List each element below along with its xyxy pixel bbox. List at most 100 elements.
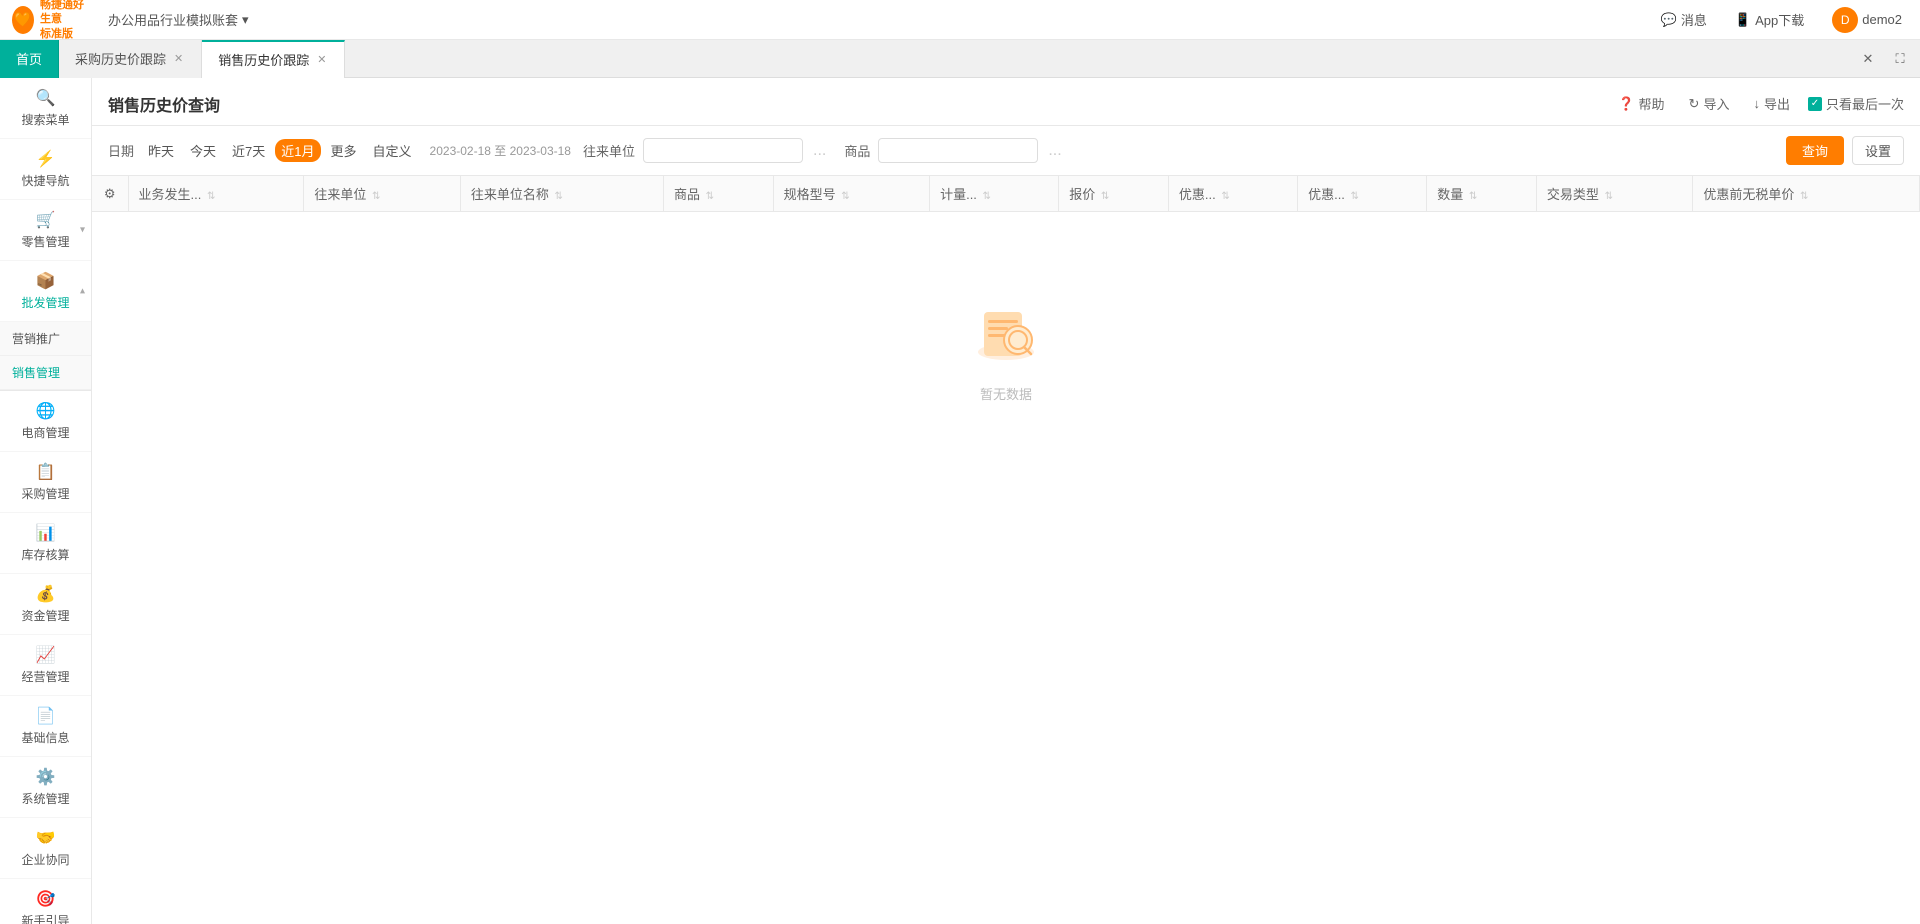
tab-sales-history-close[interactable]: ✕: [315, 51, 328, 68]
sidebar-item-marketing-label: 营销推广: [12, 330, 60, 347]
partner-dots-btn[interactable]: ...: [807, 141, 832, 161]
logo-icon: 🧡: [12, 6, 34, 34]
wholesale-expand-icon: ▴: [80, 286, 85, 297]
tab-home[interactable]: 首页: [0, 40, 59, 78]
sidebar-item-inventory[interactable]: 📊 库存核算: [0, 513, 91, 574]
sort-unit-icon: ⇅: [983, 191, 991, 202]
user-menu[interactable]: D demo2: [1826, 3, 1908, 37]
partner-input[interactable]: [643, 138, 803, 163]
sidebar-item-wholesale-label: 批发管理: [21, 294, 69, 311]
sidebar-item-retail[interactable]: 🛒 零售管理 ▾: [0, 200, 91, 261]
sort-partner-code-icon: ⇅: [372, 191, 380, 202]
col-price[interactable]: 报价 ⇅: [1059, 176, 1169, 212]
col-biz-date[interactable]: 业务发生... ⇅: [128, 176, 304, 212]
tab-purchase-history-label: 采购历史价跟踪: [75, 49, 166, 68]
sort-qty-icon: ⇅: [1469, 191, 1477, 202]
col-goods[interactable]: 商品 ⇅: [663, 176, 773, 212]
date-filter-row: 日期 昨天 今天 近7天 近1月 更多 自定义 2023-02-18 至 202…: [108, 139, 571, 162]
sidebar-item-ecommerce[interactable]: 🌐 电商管理: [0, 391, 91, 452]
company-selector[interactable]: 办公用品行业模拟账套 ▾: [100, 6, 257, 33]
sidebar-item-operations[interactable]: 📈 经营管理: [0, 635, 91, 696]
wholesale-icon: 📦: [36, 271, 56, 291]
chevron-down-icon: ▾: [242, 12, 249, 28]
app-download-btn[interactable]: 📱 App下载: [1729, 6, 1810, 33]
retail-expand-icon: ▾: [80, 225, 85, 236]
col-trade-type[interactable]: 交易类型 ⇅: [1536, 176, 1692, 212]
message-btn[interactable]: 💬 消息: [1655, 6, 1713, 33]
tab-close-all-btn[interactable]: ✕: [1856, 47, 1880, 71]
col-settings[interactable]: ⚙: [92, 176, 128, 212]
col-spec[interactable]: 规格型号 ⇅: [773, 176, 929, 212]
sidebar-item-finance[interactable]: 💰 资金管理: [0, 574, 91, 635]
sidebar-item-guide-label: 新手引导: [21, 912, 69, 924]
shortcut-last1month[interactable]: 近1月: [275, 139, 320, 162]
tab-sales-history[interactable]: 销售历史价跟踪 ✕: [202, 40, 345, 78]
sidebar-item-search-label: 搜索菜单: [21, 111, 69, 128]
sidebar-item-basic-info[interactable]: 📄 基础信息: [0, 696, 91, 757]
tab-purchase-history-close[interactable]: ✕: [172, 50, 185, 67]
header-right: 💬 消息 📱 App下载 D demo2: [1655, 3, 1908, 37]
sidebar-item-purchase[interactable]: 📋 采购管理: [0, 452, 91, 513]
settings-btn[interactable]: 设置: [1852, 136, 1904, 165]
operations-icon: 📈: [36, 645, 56, 665]
main-content: 销售历史价查询 ❓ 帮助 ↻ 导入 ↓ 导出 ✓ 只看最后一次: [92, 78, 1920, 924]
col-partner-code[interactable]: 往来单位 ⇅: [304, 176, 460, 212]
sidebar-item-enterprise-label: 企业协同: [21, 851, 69, 868]
sidebar-item-finance-label: 资金管理: [21, 607, 69, 624]
shortcut-more[interactable]: 更多: [325, 139, 363, 162]
only-latest-checkbox[interactable]: ✓ 只看最后一次: [1808, 94, 1904, 113]
sidebar-item-search[interactable]: 🔍 搜索菜单: [0, 78, 91, 139]
download-icon: 📱: [1735, 12, 1751, 28]
sidebar-item-quick-nav[interactable]: ⚡ 快捷导航: [0, 139, 91, 200]
col-unit[interactable]: 计量... ⇅: [930, 176, 1059, 212]
filter-area: 日期 昨天 今天 近7天 近1月 更多 自定义 2023-02-18 至 202…: [92, 126, 1920, 176]
col-partner-name[interactable]: 往来单位名称 ⇅: [460, 176, 663, 212]
col-qty[interactable]: 数量 ⇅: [1427, 176, 1537, 212]
query-btn[interactable]: 查询: [1786, 136, 1844, 165]
partner-input-group: ...: [643, 138, 832, 163]
search-icon: 🔍: [36, 88, 56, 108]
col-discount2[interactable]: 优惠... ⇅: [1298, 176, 1427, 212]
sidebar-item-enterprise[interactable]: 🤝 企业协同: [0, 818, 91, 879]
tab-purchase-history[interactable]: 采购历史价跟踪 ✕: [59, 40, 202, 78]
sort-goods-icon: ⇅: [706, 191, 714, 202]
empty-icon: [966, 292, 1046, 372]
goods-input[interactable]: [878, 138, 1038, 163]
sort-spec-icon: ⇅: [841, 191, 849, 202]
export-btn[interactable]: ↓ 导出: [1747, 90, 1796, 117]
basic-info-icon: 📄: [36, 706, 56, 726]
goods-dots-btn[interactable]: ...: [1042, 141, 1067, 161]
sidebar-item-marketing[interactable]: 营销推广: [0, 322, 91, 356]
tab-bar: 首页 采购历史价跟踪 ✕ 销售历史价跟踪 ✕ ✕ ⛶: [0, 40, 1920, 78]
sidebar-item-system[interactable]: ⚙️ 系统管理: [0, 757, 91, 818]
page-header: 销售历史价查询 ❓ 帮助 ↻ 导入 ↓ 导出 ✓ 只看最后一次: [92, 78, 1920, 126]
export-icon: ↓: [1753, 96, 1760, 111]
date-shortcuts: 昨天 今天 近7天 近1月 更多 自定义: [142, 139, 418, 162]
sidebar-item-wholesale[interactable]: 📦 批发管理 ▴: [0, 261, 91, 322]
retail-icon: 🛒: [36, 210, 56, 230]
goods-label: 商品: [844, 141, 870, 160]
goods-input-group: ...: [878, 138, 1067, 163]
col-discount1[interactable]: 优惠... ⇅: [1168, 176, 1297, 212]
shortcut-custom[interactable]: 自定义: [367, 139, 418, 162]
col-tax-free-price[interactable]: 优惠前无税单价 ⇅: [1693, 176, 1920, 212]
table-container: ⚙ 业务发生... ⇅ 往来单位 ⇅ 往来单位名称 ⇅: [92, 176, 1920, 924]
shortcut-last7days[interactable]: 近7天: [226, 139, 271, 162]
help-btn[interactable]: ❓ 帮助: [1612, 90, 1670, 117]
sidebar-item-sales-mgmt[interactable]: 销售管理: [0, 356, 91, 390]
sidebar-item-quick-nav-label: 快捷导航: [21, 172, 69, 189]
ecommerce-icon: 🌐: [36, 401, 56, 421]
goods-filter-row: 商品 ...: [844, 138, 1067, 163]
sidebar: 🔍 搜索菜单 ⚡ 快捷导航 🛒 零售管理 ▾ 📦 批发管理 ▴ 营销推广 销售管…: [0, 78, 92, 924]
import-icon: ↻: [1689, 96, 1700, 112]
tab-expand-btn[interactable]: ⛶: [1888, 47, 1912, 71]
top-header: 🧡 畅捷通好生意 标准版 办公用品行业模拟账套 ▾ 💬 消息 📱 App下载 D…: [0, 0, 1920, 40]
header-left: 🧡 畅捷通好生意 标准版 办公用品行业模拟账套 ▾: [12, 0, 257, 41]
sort-tax-free-price-icon: ⇅: [1800, 191, 1808, 202]
sidebar-item-inventory-label: 库存核算: [21, 546, 69, 563]
sidebar-item-guide[interactable]: 🎯 新手引导: [0, 879, 91, 924]
import-btn[interactable]: ↻ 导入: [1683, 90, 1736, 117]
shortcut-yesterday[interactable]: 昨天: [142, 139, 180, 162]
empty-text: 暂无数据: [980, 384, 1032, 403]
shortcut-today[interactable]: 今天: [184, 139, 222, 162]
